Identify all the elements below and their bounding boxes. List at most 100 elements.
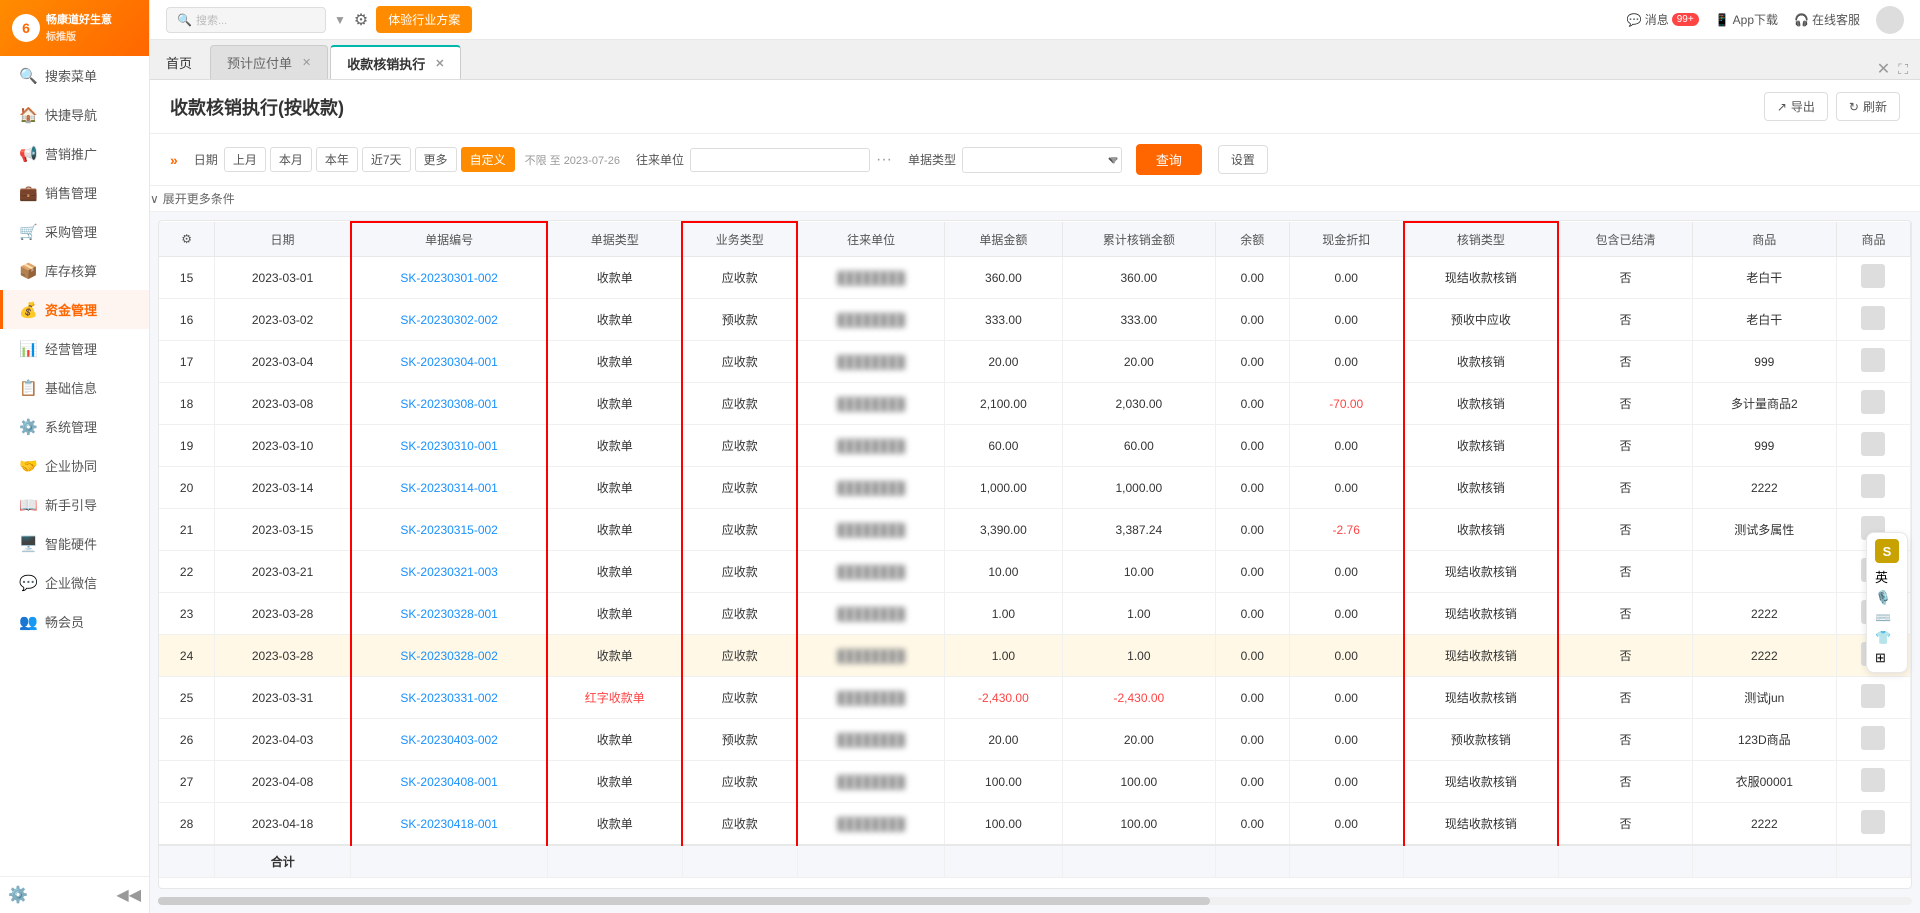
scrollbar-thumb[interactable] [158,897,1210,905]
cell-r4-c5: ████████ [797,425,944,467]
cell-r7-c8: 0.00 [1215,551,1289,593]
cell-r10-c2[interactable]: SK-20230331-002 [351,677,547,719]
counterparty-input[interactable] [690,148,870,172]
bill-link-6[interactable]: SK-20230315-002 [400,523,497,537]
sidebar-item-purchase[interactable]: 🛒采购管理 [0,212,149,251]
tab-receipt[interactable]: 收款核销执行✕ [330,45,461,79]
page-title: 收款核销执行(按收款) [170,94,344,132]
date-btn-本月[interactable]: 本月 [270,147,312,172]
app-download-button[interactable]: 📱 App下载 [1715,11,1778,28]
microphone-icon[interactable]: 🎙️ [1875,590,1899,606]
sidebar-item-marketing[interactable]: 📢营销推广 [0,134,149,173]
sidebar-item-system[interactable]: ⚙️系统管理 [0,407,149,446]
app-logo: 6 畅康道好生意 标推版 [0,0,149,56]
bill-link-3[interactable]: SK-20230308-001 [400,397,497,411]
date-btn-上月[interactable]: 上月 [224,147,266,172]
close-tab-icon[interactable]: ✕ [1877,59,1890,79]
cell-r3-c2[interactable]: SK-20230308-001 [351,383,547,425]
sidebar-item-finance[interactable]: 💰资金管理 [0,290,149,329]
message-icon: 💬 [1627,13,1642,27]
sidebar-label-wechat: 企业微信 [45,573,97,592]
cell-r7-c2[interactable]: SK-20230321-003 [351,551,547,593]
bill-link-4[interactable]: SK-20230310-001 [400,439,497,453]
sidebar-item-search[interactable]: 🔍搜索菜单 [0,56,149,95]
bill-link-10[interactable]: SK-20230331-002 [400,691,497,705]
col-header-12: 商品 [1692,222,1836,257]
col-header-8: 余额 [1215,222,1289,257]
query-button[interactable]: 查询 [1136,144,1202,175]
sidebar-item-basic[interactable]: 📋基础信息 [0,368,149,407]
cell-r10-c9: 0.00 [1289,677,1403,719]
bill-link-12[interactable]: SK-20230408-001 [400,775,497,789]
sidebar-item-wechat[interactable]: 💬企业微信 [0,563,149,602]
cell-r4-c2[interactable]: SK-20230310-001 [351,425,547,467]
message-button[interactable]: 💬 消息 99+ [1627,11,1699,28]
refresh-button[interactable]: ↻ 刷新 [1836,92,1900,121]
cell-r2-c2[interactable]: SK-20230304-001 [351,341,547,383]
sidebar-item-inventory[interactable]: 📦库存核算 [0,251,149,290]
keyboard-icon[interactable]: ⌨️ [1875,610,1899,626]
cell-r7-c9: 0.00 [1289,551,1403,593]
sidebar-item-collab[interactable]: 🤝企业协同 [0,446,149,485]
cell-r11-c11: 否 [1558,719,1692,761]
export-button[interactable]: ↗ 导出 [1764,92,1828,121]
clothes-icon[interactable]: 👕 [1875,630,1899,646]
english-icon[interactable]: 英 [1875,567,1899,586]
cell-r2-c7: 20.00 [1062,341,1215,383]
expand-more-button[interactable]: ∨ 展开更多条件 [150,190,1920,207]
cell-r5-c2[interactable]: SK-20230314-001 [351,467,547,509]
date-btn-近7天[interactable]: 近7天 [362,147,411,172]
industry-button[interactable]: 体验行业方案 [376,6,472,33]
tab-close-prepay[interactable]: ✕ [302,56,311,69]
filter-setting-button[interactable]: 设置 [1218,145,1268,174]
horizontal-scrollbar[interactable] [158,897,1912,905]
sidebar-item-guide[interactable]: 📖新手引导 [0,485,149,524]
grid-icon[interactable]: ⊞ [1875,650,1899,666]
cell-r13-c2[interactable]: SK-20230418-001 [351,803,547,846]
bill-link-13[interactable]: SK-20230418-001 [400,817,497,831]
tab-prepay[interactable]: 预计应付单✕ [210,45,328,79]
bill-link-9[interactable]: SK-20230328-002 [400,649,497,663]
sidebar-item-shortcut[interactable]: 🏠快捷导航 [0,95,149,134]
tab-home[interactable]: 首页 [150,45,208,79]
cell-r8-c2[interactable]: SK-20230328-001 [351,593,547,635]
cell-r8-c8: 0.00 [1215,593,1289,635]
voucher-type-select[interactable]: 收款单 红字收款单 [962,147,1122,173]
gear-icon[interactable]: ⚙ [354,10,368,30]
tab-close-receipt[interactable]: ✕ [435,57,444,70]
bill-link-11[interactable]: SK-20230403-002 [400,733,497,747]
cell-r1-c2[interactable]: SK-20230302-002 [351,299,547,341]
sidebar-item-operations[interactable]: 📊经营管理 [0,329,149,368]
cell-r9-c2[interactable]: SK-20230328-002 [351,635,547,677]
marketing-icon: 📢 [19,145,37,163]
sidebar-item-member[interactable]: 👥畅会员 [0,602,149,641]
bill-link-2[interactable]: SK-20230304-001 [400,355,497,369]
counterparty-more-icon[interactable]: ··· [876,151,892,169]
date-btn-更多[interactable]: 更多 [415,147,457,172]
cell-r6-c12: 测试多属性 [1692,509,1836,551]
bill-link-8[interactable]: SK-20230328-001 [400,607,497,621]
user-avatar[interactable] [1876,6,1904,34]
date-btn-custom[interactable]: 自定义 [461,147,515,172]
bill-link-0[interactable]: SK-20230301-002 [400,271,497,285]
cell-r10-c5: ████████ [797,677,944,719]
bill-link-1[interactable]: SK-20230302-002 [400,313,497,327]
online-support-button[interactable]: 🎧 在线客服 [1794,11,1860,28]
cell-r11-c2[interactable]: SK-20230403-002 [351,719,547,761]
cell-r12-c2[interactable]: SK-20230408-001 [351,761,547,803]
settings-col-icon[interactable]: ⚙ [181,232,192,246]
sidebar-item-sales[interactable]: 💼销售管理 [0,173,149,212]
cell-r6-c2[interactable]: SK-20230315-002 [351,509,547,551]
settings-icon[interactable]: ⚙️ [8,885,28,905]
footer-cell-0 [159,845,215,878]
maximize-icon[interactable]: ⛶ [1898,61,1908,78]
date-btn-本年[interactable]: 本年 [316,147,358,172]
bill-link-5[interactable]: SK-20230314-001 [400,481,497,495]
cell-r0-c2[interactable]: SK-20230301-002 [351,257,547,299]
collapse-icon[interactable]: ◀◀ [116,885,141,905]
bill-link-7[interactable]: SK-20230321-003 [400,565,497,579]
filter-toggle-button[interactable]: » [170,152,178,168]
cell-r11-c1: 2023-04-03 [215,719,351,761]
top-search-box[interactable]: 🔍 搜索... [166,7,326,33]
sidebar-item-hardware[interactable]: 🖥️智能硬件 [0,524,149,563]
